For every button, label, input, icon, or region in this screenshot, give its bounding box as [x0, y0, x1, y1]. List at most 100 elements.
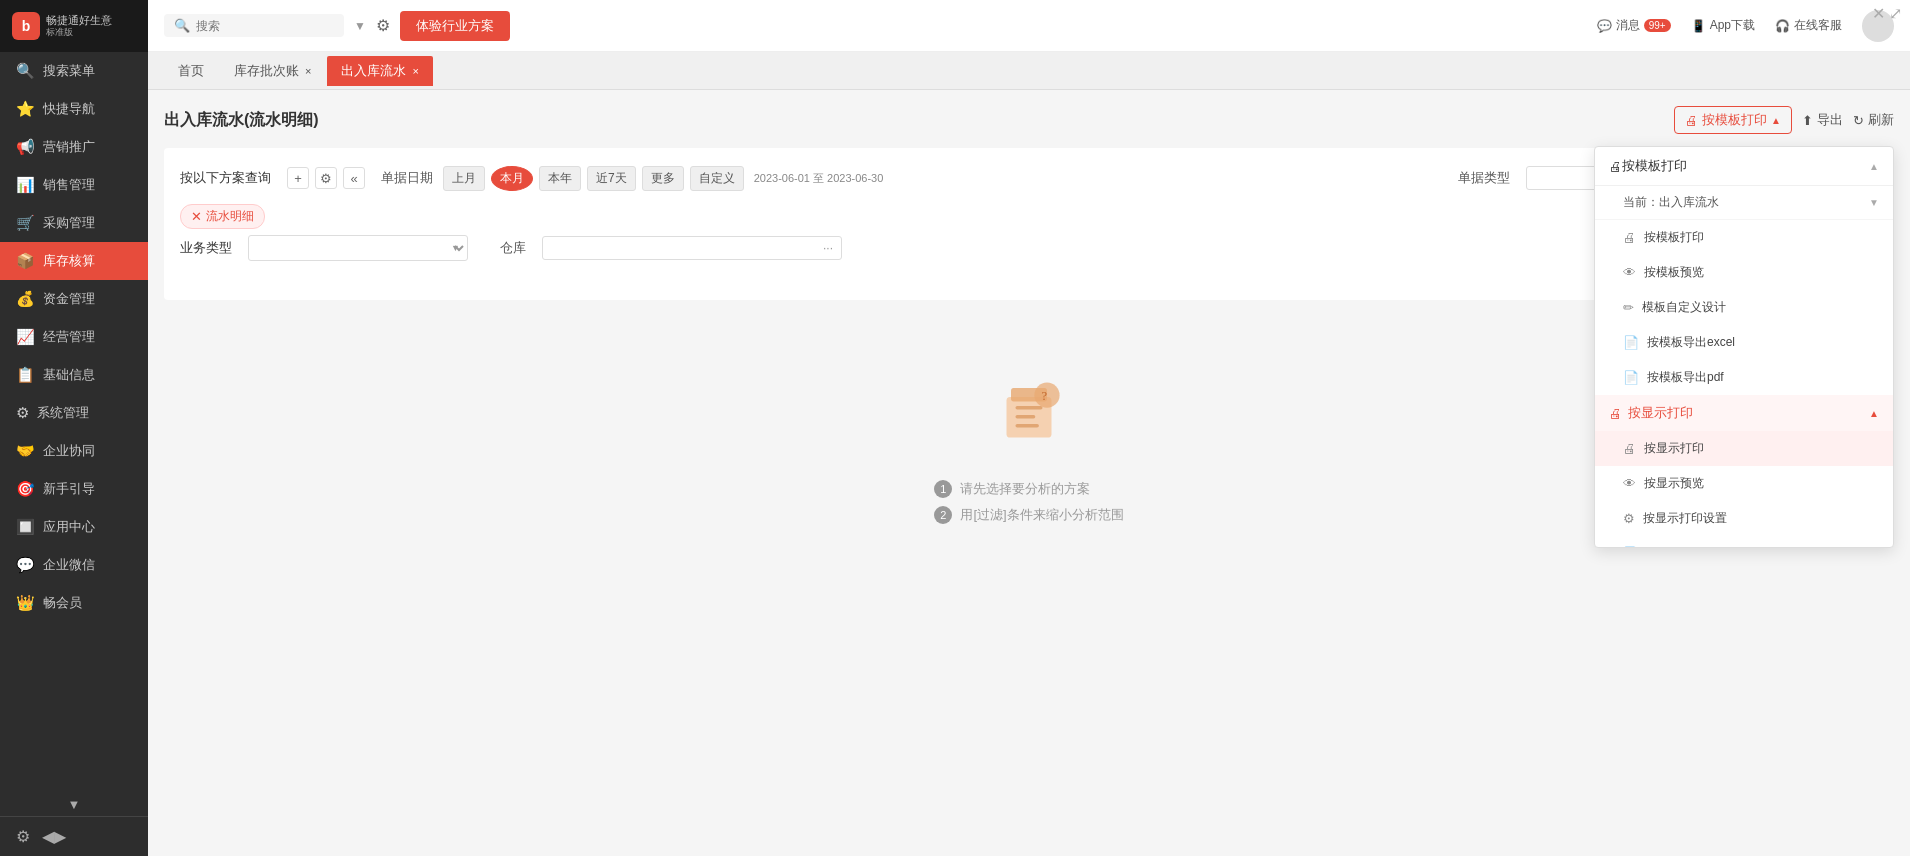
sales-icon: 📊: [16, 176, 35, 194]
dropdown-template-preview[interactable]: 👁 按模板预览: [1595, 255, 1893, 290]
online-service-btn[interactable]: 🎧 在线客服: [1775, 17, 1842, 34]
display-section-arrow: ▲: [1869, 408, 1879, 419]
sidebar-scroll-down[interactable]: ▼: [0, 793, 148, 816]
collapse-icon[interactable]: ◀▶: [42, 827, 66, 846]
dropdown-header: 🖨 按模板打印 ▲: [1595, 147, 1893, 186]
business-type-label: 业务类型: [180, 239, 232, 257]
filter-tools: + ⚙ «: [287, 167, 365, 189]
basic-info-icon: 📋: [16, 366, 35, 384]
flow-detail-tag[interactable]: ✕ 流水明细: [180, 204, 265, 229]
tab-bar: 首页 库存批次账 × 出入库流水 × ✕ ⤢: [148, 52, 1910, 90]
business-type-select[interactable]: [248, 235, 468, 261]
sidebar: b 畅捷通好生意 标准版 🔍 搜索菜单 ⭐ 快捷导航 📢 营销推广 📊 销售管理…: [0, 0, 148, 856]
tab-flow-detail[interactable]: 出入库流水 ×: [327, 56, 432, 86]
message-icon: 💬: [1597, 19, 1612, 33]
svg-text:?: ?: [1042, 389, 1048, 403]
tab-home[interactable]: 首页: [164, 56, 218, 86]
voucher-type-label: 单据类型: [1458, 169, 1510, 187]
inventory-icon: 📦: [16, 252, 35, 270]
sidebar-item-app-center[interactable]: 🔲 应用中心: [0, 508, 148, 546]
date-filter-label: 单据日期: [381, 169, 433, 187]
print-template-btn[interactable]: 🖨 按模板打印 ▲: [1674, 106, 1792, 134]
window-expand-btn[interactable]: ⤢: [1889, 4, 1902, 23]
app-center-icon: 🔲: [16, 518, 35, 536]
dropdown-scroll-area: 🖨 按模板打印 ▲ 当前：出入库流水 ▼ 🖨 按模板打印 👁 按模板预览: [1595, 147, 1893, 547]
dropdown-display-export-excel[interactable]: 📄 按显示导出excel: [1595, 536, 1893, 547]
sidebar-item-guide[interactable]: 🎯 新手引导: [0, 470, 148, 508]
page-actions: 🖨 按模板打印 ▲ ⬆ 导出 ↻ 刷新: [1674, 106, 1894, 134]
dropdown-display-print[interactable]: 🖨 按显示打印: [1595, 431, 1893, 466]
dropdown-current-template[interactable]: 当前：出入库流水 ▼: [1595, 186, 1893, 220]
dropdown-template-export-pdf[interactable]: 📄 按模板导出pdf: [1595, 360, 1893, 395]
sidebar-item-finance[interactable]: 💰 资金管理: [0, 280, 148, 318]
dropdown-display-preview[interactable]: 👁 按显示预览: [1595, 466, 1893, 501]
dropdown-print-icon: 🖨: [1609, 159, 1622, 174]
sidebar-item-purchase[interactable]: 🛒 采购管理: [0, 204, 148, 242]
enterprise-icon: 🤝: [16, 442, 35, 460]
empty-tips: 1 请先选择要分析的方案 2 用[过滤]条件来缩小分析范围: [934, 480, 1123, 532]
sidebar-item-operation[interactable]: 📈 经营管理: [0, 318, 148, 356]
page-title: 出入库流水(流水明细): [164, 110, 319, 131]
filter-collapse-btn[interactable]: «: [343, 167, 365, 189]
filter-label: 按以下方案查询: [180, 169, 271, 187]
sidebar-item-sales[interactable]: 📊 销售管理: [0, 166, 148, 204]
date-btn-last-month[interactable]: 上月: [443, 166, 485, 191]
sidebar-item-system[interactable]: ⚙ 系统管理: [0, 394, 148, 432]
dropdown-template-custom[interactable]: ✏ 模板自定义设计: [1595, 290, 1893, 325]
export-btn[interactable]: ⬆ 导出: [1802, 111, 1843, 129]
topbar-search-box[interactable]: 🔍: [164, 14, 344, 37]
filter-add-btn[interactable]: +: [287, 167, 309, 189]
page-content: 出入库流水(流水明细) 🖨 按模板打印 ▲ ⬆ 导出 ↻ 刷新: [148, 90, 1910, 856]
settings-icon[interactable]: ⚙: [16, 827, 30, 846]
dropdown-template-print[interactable]: 🖨 按模板打印: [1595, 220, 1893, 255]
template-print-icon: 🖨: [1623, 230, 1636, 245]
topbar-gear-icon[interactable]: ⚙: [376, 16, 390, 35]
warehouse-input[interactable]: ···: [542, 236, 842, 260]
sidebar-item-inventory[interactable]: 📦 库存核算: [0, 242, 148, 280]
tab-flow-detail-close[interactable]: ×: [412, 65, 418, 77]
filter-settings-btn[interactable]: ⚙: [315, 167, 337, 189]
search-input[interactable]: [196, 19, 316, 33]
search-dropdown-arrow[interactable]: ▼: [354, 19, 366, 33]
sidebar-item-quick-nav[interactable]: ⭐ 快捷导航: [0, 90, 148, 128]
dropdown-display-section[interactable]: 🖨 按显示打印 ▲: [1595, 395, 1893, 431]
template-custom-icon: ✏: [1623, 300, 1634, 315]
refresh-btn[interactable]: ↻ 刷新: [1853, 111, 1894, 129]
guide-icon: 🎯: [16, 480, 35, 498]
empty-illustration: ?: [984, 370, 1074, 460]
date-btn-last-7-days[interactable]: 近7天: [587, 166, 636, 191]
date-btn-custom[interactable]: 自定义: [690, 166, 744, 191]
empty-tip-2: 2 用[过滤]条件来缩小分析范围: [934, 506, 1123, 524]
display-print-icon: 🖨: [1623, 441, 1636, 456]
message-btn[interactable]: 💬 消息 99+: [1597, 17, 1671, 34]
display-settings-icon: ⚙: [1623, 511, 1635, 526]
dropdown-template-export-excel[interactable]: 📄 按模板导出excel: [1595, 325, 1893, 360]
sidebar-item-basic-info[interactable]: 📋 基础信息: [0, 356, 148, 394]
display-excel-icon: 📄: [1623, 546, 1639, 547]
window-close-btn[interactable]: ✕: [1872, 4, 1885, 23]
sidebar-item-wechat[interactable]: 💬 企业微信: [0, 546, 148, 584]
template-preview-icon: 👁: [1623, 265, 1636, 280]
date-btn-this-month[interactable]: 本月: [491, 166, 533, 191]
phone-icon: 📱: [1691, 19, 1706, 33]
sidebar-item-member[interactable]: 👑 畅会员: [0, 584, 148, 622]
member-icon: 👑: [16, 594, 35, 612]
svg-rect-3: [1016, 415, 1036, 419]
tab-batch-account-close[interactable]: ×: [305, 65, 311, 77]
app-download-btn[interactable]: 📱 App下载: [1691, 17, 1755, 34]
svg-rect-4: [1016, 424, 1039, 428]
date-btn-more[interactable]: 更多: [642, 166, 684, 191]
sidebar-bottom: ⚙ ◀▶: [0, 816, 148, 856]
dropdown-collapse-icon[interactable]: ▲: [1869, 161, 1879, 172]
sidebar-item-search-menu[interactable]: 🔍 搜索菜单: [0, 52, 148, 90]
dropdown-display-print-settings[interactable]: ⚙ 按显示打印设置: [1595, 501, 1893, 536]
tag-close-icon[interactable]: ✕: [191, 209, 202, 224]
sidebar-item-enterprise[interactable]: 🤝 企业协同: [0, 432, 148, 470]
finance-icon: 💰: [16, 290, 35, 308]
tab-batch-account[interactable]: 库存批次账 ×: [220, 56, 325, 86]
sidebar-item-marketing[interactable]: 📢 营销推广: [0, 128, 148, 166]
warehouse-more-icon[interactable]: ···: [823, 241, 833, 255]
trial-btn[interactable]: 体验行业方案: [400, 11, 510, 41]
headset-icon: 🎧: [1775, 19, 1790, 33]
date-btn-this-year[interactable]: 本年: [539, 166, 581, 191]
